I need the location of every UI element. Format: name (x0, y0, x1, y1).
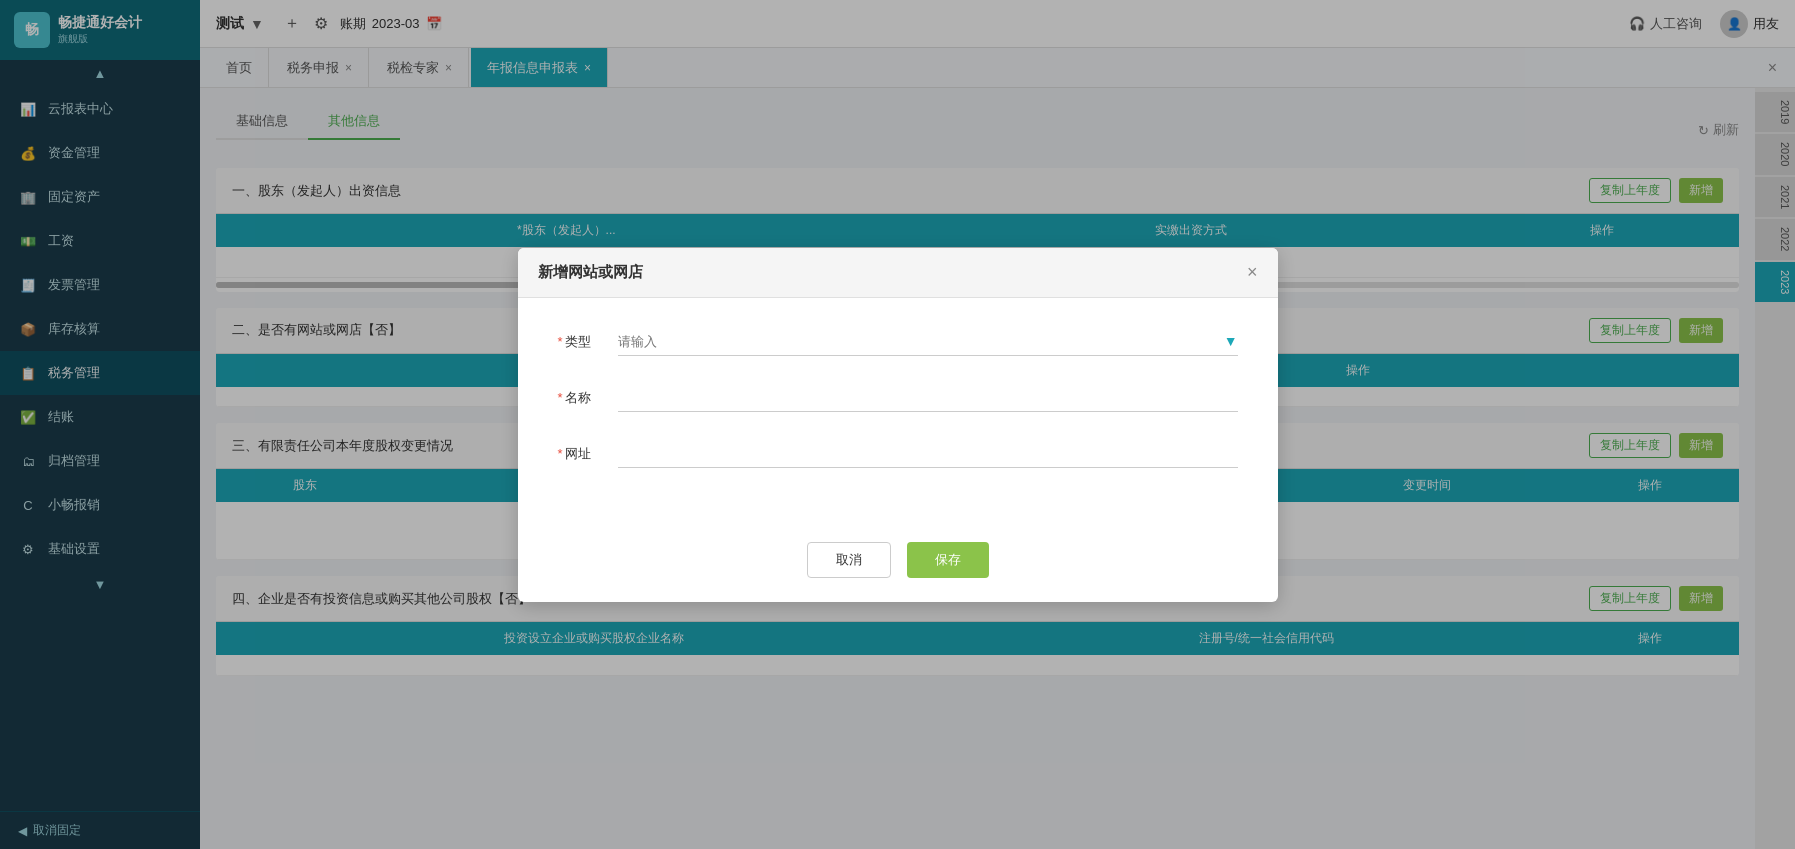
modal-title: 新增网站或网店 (538, 263, 643, 282)
form-row-name: *名称 (558, 384, 1238, 412)
cancel-button[interactable]: 取消 (807, 542, 891, 578)
form-label-name: *名称 (558, 389, 618, 407)
modal-close-button[interactable]: × (1247, 262, 1258, 283)
modal-body: *类型 ▼ *名称 *网址 (518, 298, 1278, 526)
form-select-type[interactable]: ▼ (618, 328, 1238, 356)
modal-overlay: 新增网站或网店 × *类型 ▼ *名称 (0, 0, 1795, 849)
form-row-url: *网址 (558, 440, 1238, 468)
form-row-type: *类型 ▼ (558, 328, 1238, 356)
form-label-type: *类型 (558, 333, 618, 351)
required-mark: * (558, 390, 563, 405)
required-mark: * (558, 446, 563, 461)
modal-add-website: 新增网站或网店 × *类型 ▼ *名称 (518, 248, 1278, 602)
modal-header: 新增网站或网店 × (518, 248, 1278, 298)
form-label-url: *网址 (558, 445, 618, 463)
name-input[interactable] (618, 384, 1238, 412)
save-button[interactable]: 保存 (907, 542, 989, 578)
dropdown-arrow-icon[interactable]: ▼ (1224, 333, 1238, 349)
type-input[interactable] (618, 328, 1224, 355)
url-input[interactable] (618, 440, 1238, 468)
required-mark: * (558, 334, 563, 349)
modal-footer: 取消 保存 (518, 526, 1278, 602)
